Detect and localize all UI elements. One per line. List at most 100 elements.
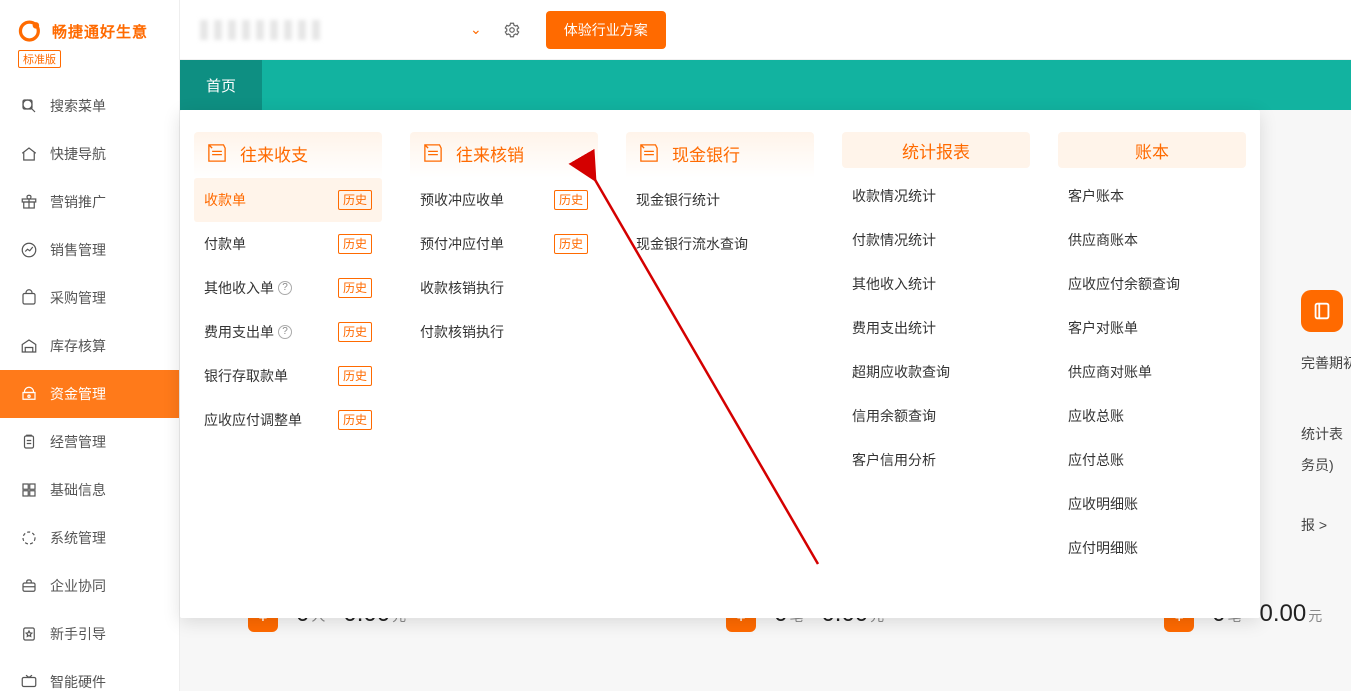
- flyout-menu-item[interactable]: 超期应收款查询: [842, 350, 1030, 394]
- menu-item-label: 客户信用分析: [852, 450, 936, 470]
- flyout-menu-item[interactable]: 收款单 历史: [194, 178, 382, 222]
- main-area: ⌄ 体验行业方案 首页 完善期初 统计表 务员) 报: [180, 0, 1351, 691]
- flyout-column-title: 往来收支: [240, 141, 308, 166]
- sidebar-item-label: 系统管理: [50, 528, 106, 548]
- funds-flyout-panel: 往来收支收款单历史付款单历史其他收入单?历史费用支出单?历史银行存取款单历史应收…: [180, 110, 1260, 618]
- sidebar-item-cycle[interactable]: 系统管理: [0, 514, 179, 562]
- flyout-column: 往来核销预收冲应收单历史预付冲应付单历史收款核销执行付款核销执行: [396, 132, 612, 588]
- sidebar-item-tv[interactable]: 智能硬件: [0, 658, 179, 691]
- history-badge[interactable]: 历史: [338, 190, 372, 210]
- sidebar-item-label: 经营管理: [50, 432, 106, 452]
- sidebar-item-label: 采购管理: [50, 288, 106, 308]
- flyout-menu-item[interactable]: 供应商账本: [1058, 218, 1246, 262]
- cta-industry-button[interactable]: 体验行业方案: [546, 11, 666, 49]
- menu-item-label: 供应商账本: [1068, 230, 1138, 250]
- history-badge[interactable]: 历史: [554, 190, 588, 210]
- flyout-menu-item[interactable]: 客户账本: [1058, 174, 1246, 218]
- brand-name: 畅捷通好生意: [52, 21, 148, 42]
- history-badge[interactable]: 历史: [338, 366, 372, 386]
- flyout-menu-item[interactable]: 付款核销执行: [410, 310, 598, 354]
- flyout-menu-item[interactable]: 预收冲应收单历史: [410, 178, 598, 222]
- trend-icon: [20, 241, 38, 259]
- sidebar-item-grid[interactable]: 基础信息: [0, 466, 179, 514]
- flyout-menu: 预收冲应收单历史预付冲应付单 历史收款核销执行付款核销执行: [410, 178, 598, 354]
- tab-home[interactable]: 首页: [180, 60, 262, 110]
- clipboard-icon: [20, 433, 38, 451]
- sidebar-item-search[interactable]: 搜索菜单: [0, 82, 179, 130]
- sidebar-item-label: 新手引导: [50, 624, 106, 644]
- menu-item-label: 付款核销执行: [420, 322, 504, 342]
- menu-item-label: 收款核销执行: [420, 278, 504, 298]
- menu-item-label: 费用支出统计: [852, 318, 936, 338]
- settings-icon[interactable]: [502, 20, 522, 40]
- history-badge[interactable]: 历史: [338, 322, 372, 342]
- flyout-menu-item[interactable]: 应收总账: [1058, 394, 1246, 438]
- sidebar-item-money[interactable]: 资金管理: [0, 370, 179, 418]
- flyout-menu-item[interactable]: 银行存取款单 历史: [194, 354, 382, 398]
- flyout-menu-item[interactable]: 信用余额查询: [842, 394, 1030, 438]
- menu-item-label: 其他收入统计: [852, 274, 936, 294]
- menu-item-label: 应付总账: [1068, 450, 1124, 470]
- flyout-menu-item[interactable]: 其他收入统计: [842, 262, 1030, 306]
- brand-edition-badge: 标准版: [18, 50, 61, 68]
- flyout-menu-item[interactable]: 应收明细账: [1058, 482, 1246, 526]
- flyout-menu-item[interactable]: 费用支出单?历史: [194, 310, 382, 354]
- menu-item-label: 应收应付余额查询: [1068, 274, 1180, 294]
- sidebar-item-trend[interactable]: 销售管理: [0, 226, 179, 274]
- search-icon: [20, 97, 38, 115]
- history-badge[interactable]: 历史: [554, 234, 588, 254]
- flyout-menu-item[interactable]: 预付冲应付单 历史: [410, 222, 598, 266]
- sidebar-item-clipboard[interactable]: 经营管理: [0, 418, 179, 466]
- flyout-menu-item[interactable]: 收款核销执行: [410, 266, 598, 310]
- help-icon[interactable]: ?: [278, 325, 292, 339]
- org-dropdown-toggle[interactable]: ⌄: [460, 21, 492, 38]
- flyout-menu-item[interactable]: 供应商对账单: [1058, 350, 1246, 394]
- flyout-column-header: 账本: [1058, 132, 1246, 168]
- flyout-menu-item[interactable]: 应付总账: [1058, 438, 1246, 482]
- flyout-menu-item[interactable]: 应付明细账: [1058, 526, 1246, 570]
- help-icon[interactable]: ?: [278, 281, 292, 295]
- sidebar-item-home[interactable]: 快捷导航: [0, 130, 179, 178]
- flyout-menu-item[interactable]: 应收应付调整单 历史: [194, 398, 382, 442]
- org-name-masked: [200, 20, 320, 40]
- menu-item-label: 客户账本: [1068, 186, 1124, 206]
- flyout-menu-item[interactable]: 现金银行流水查询: [626, 222, 814, 266]
- hint-pill-icon[interactable]: [1301, 290, 1343, 332]
- flyout-column: 账本客户账本供应商账本应收应付余额查询客户对账单供应商对账单应收总账应付总账应收…: [1044, 132, 1260, 588]
- document-icon: [204, 140, 230, 166]
- sidebar-item-warehouse[interactable]: 库存核算: [0, 322, 179, 370]
- flyout-menu: 收款情况统计付款情况统计其他收入统计费用支出统计超期应收款查询信用余额查询客户信…: [842, 174, 1030, 482]
- sidebar-item-label: 库存核算: [50, 336, 106, 356]
- star-icon: [20, 625, 38, 643]
- tabbar: 首页: [180, 60, 1351, 110]
- history-badge[interactable]: 历史: [338, 278, 372, 298]
- history-badge[interactable]: 历史: [338, 234, 372, 254]
- briefcase-icon: [20, 577, 38, 595]
- gift-icon: [20, 193, 38, 211]
- menu-item-label: 应收应付调整单: [204, 410, 302, 430]
- history-badge[interactable]: 历史: [338, 410, 372, 430]
- menu-item-label: 收款单: [204, 190, 246, 210]
- sidebar-item-star[interactable]: 新手引导: [0, 610, 179, 658]
- menu-item-label: 现金银行统计: [636, 190, 720, 210]
- flyout-menu-item[interactable]: 现金银行统计: [626, 178, 814, 222]
- hint-text: 报 >: [1301, 510, 1351, 541]
- flyout-menu-item[interactable]: 付款单历史: [194, 222, 382, 266]
- home-icon: [20, 145, 38, 163]
- menu-item-label: 现金银行流水查询: [636, 234, 748, 254]
- flyout-menu-item[interactable]: 费用支出统计: [842, 306, 1030, 350]
- sidebar-item-briefcase[interactable]: 企业协同: [0, 562, 179, 610]
- sidebar-item-cart[interactable]: 采购管理: [0, 274, 179, 322]
- menu-item-label: 预付冲应付单: [420, 234, 504, 254]
- menu-item-label: 银行存取款单: [204, 366, 288, 386]
- sidebar-item-label: 企业协同: [50, 576, 106, 596]
- brand-logo-icon: [18, 18, 44, 44]
- flyout-menu-item[interactable]: 应收应付余额查询: [1058, 262, 1246, 306]
- sidebar-item-gift[interactable]: 营销推广: [0, 178, 179, 226]
- flyout-menu-item[interactable]: 客户信用分析: [842, 438, 1030, 482]
- flyout-menu-item[interactable]: 付款情况统计: [842, 218, 1030, 262]
- flyout-menu-item[interactable]: 客户对账单: [1058, 306, 1246, 350]
- menu-item-label: 应收总账: [1068, 406, 1124, 426]
- flyout-menu-item[interactable]: 收款情况统计: [842, 174, 1030, 218]
- flyout-menu-item[interactable]: 其他收入单?历史: [194, 266, 382, 310]
